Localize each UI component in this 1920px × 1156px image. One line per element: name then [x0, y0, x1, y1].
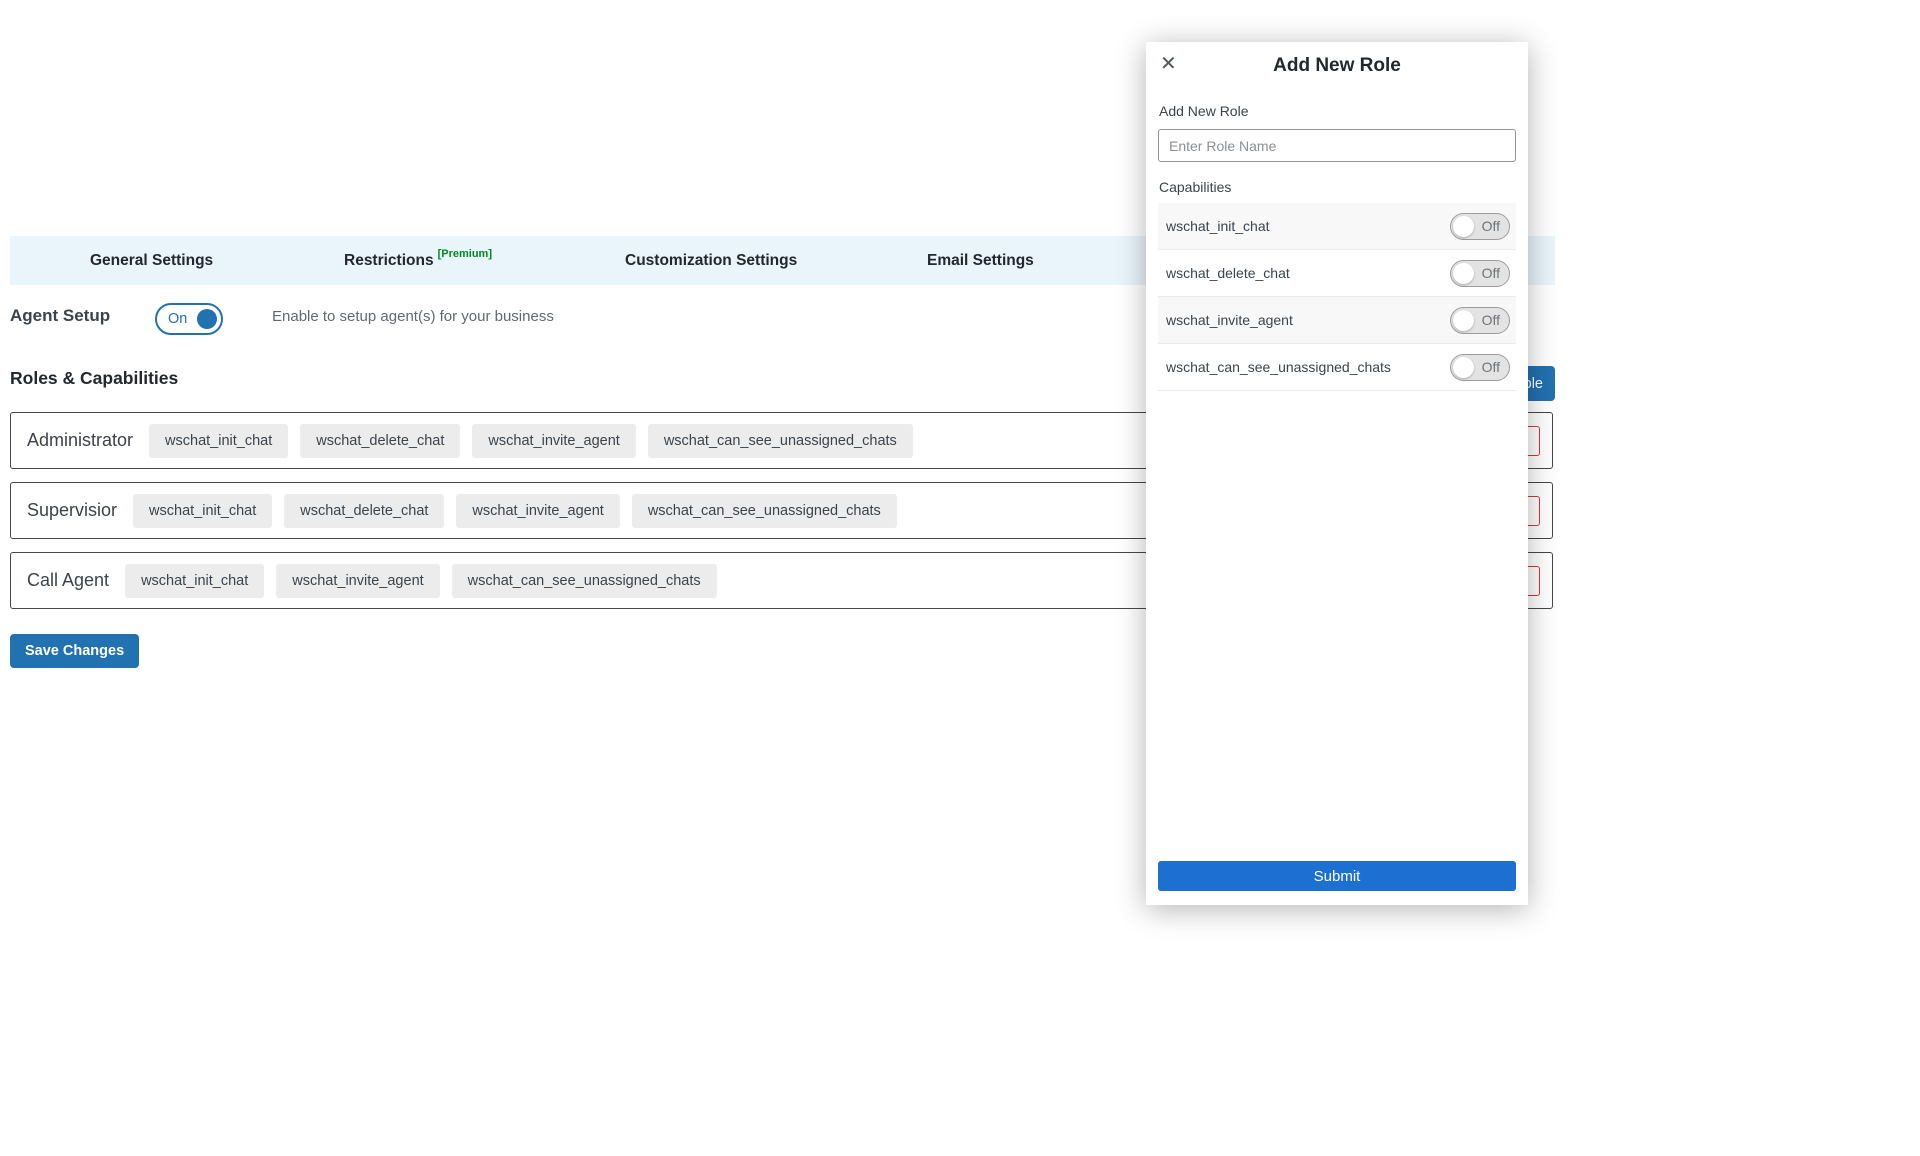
tab-label: General Settings	[90, 252, 213, 270]
tab-restrictions[interactable]: Restrictions [Premium]	[344, 236, 492, 285]
tab-email-settings[interactable]: Email Settings	[927, 236, 1034, 285]
capability-chip: wschat_can_see_unassigned_chats	[452, 564, 717, 598]
capability-name: wschat_can_see_unassigned_chats	[1166, 359, 1391, 375]
toggle-off-label: Off	[1482, 312, 1500, 328]
toggle-knob-icon	[1453, 216, 1474, 237]
submit-button[interactable]: Submit	[1158, 861, 1516, 891]
tab-label: Email Settings	[927, 252, 1034, 270]
capability-toggle[interactable]: Off	[1450, 260, 1510, 287]
capability-name: wschat_delete_chat	[1166, 265, 1290, 281]
toggle-knob-icon	[1453, 357, 1474, 378]
tab-label: Customization Settings	[625, 252, 797, 270]
role-name-field-label: Add New Role	[1159, 103, 1249, 119]
tab-general-settings[interactable]: General Settings	[90, 236, 213, 285]
capabilities-list: wschat_init_chat Off wschat_delete_chat …	[1158, 203, 1516, 391]
capabilities-label: Capabilities	[1159, 179, 1231, 195]
roles-capabilities-heading: Roles & Capabilities	[10, 368, 178, 389]
capability-row: wschat_init_chat Off	[1158, 203, 1516, 250]
capability-chip: wschat_init_chat	[133, 494, 272, 528]
capability-chip: wschat_invite_agent	[276, 564, 439, 598]
toggle-knob-icon	[1453, 263, 1474, 284]
settings-page: General Settings Restrictions [Premium] …	[0, 0, 1920, 1156]
capability-toggle[interactable]: Off	[1450, 213, 1510, 240]
capability-chip: wschat_delete_chat	[284, 494, 444, 528]
role-name: Call Agent	[27, 570, 109, 591]
capability-chip: wschat_init_chat	[149, 424, 288, 458]
capability-toggle[interactable]: Off	[1450, 307, 1510, 334]
capability-toggle[interactable]: Off	[1450, 354, 1510, 381]
agent-setup-label: Agent Setup	[10, 306, 110, 326]
capability-row: wschat_invite_agent Off	[1158, 297, 1516, 344]
tab-label: Restrictions	[344, 252, 434, 270]
add-new-role-panel: ✕ Add New Role Add New Role Capabilities…	[1146, 42, 1528, 905]
capability-row: wschat_delete_chat Off	[1158, 250, 1516, 297]
agent-setup-toggle[interactable]: On	[155, 303, 223, 335]
capability-name: wschat_init_chat	[1166, 218, 1270, 234]
premium-badge: [Premium]	[438, 248, 492, 260]
capability-chip: wschat_delete_chat	[300, 424, 460, 458]
role-name: Supervisior	[27, 500, 117, 521]
capability-chip: wschat_invite_agent	[456, 494, 619, 528]
toggle-on-label: On	[168, 311, 187, 327]
toggle-knob-icon	[197, 309, 217, 329]
capability-chip: wschat_can_see_unassigned_chats	[632, 494, 897, 528]
save-changes-button[interactable]: Save Changes	[10, 634, 139, 668]
role-name: Administrator	[27, 430, 133, 451]
toggle-off-label: Off	[1482, 359, 1500, 375]
capability-chip: wschat_invite_agent	[472, 424, 635, 458]
toggle-off-label: Off	[1482, 265, 1500, 281]
tab-customization-settings[interactable]: Customization Settings	[625, 236, 797, 285]
capability-row: wschat_can_see_unassigned_chats Off	[1158, 344, 1516, 391]
panel-title: Add New Role	[1146, 55, 1528, 77]
capability-chip: wschat_can_see_unassigned_chats	[648, 424, 913, 458]
capability-name: wschat_invite_agent	[1166, 312, 1293, 328]
toggle-knob-icon	[1453, 310, 1474, 331]
toggle-off-label: Off	[1482, 218, 1500, 234]
agent-setup-description: Enable to setup agent(s) for your busine…	[272, 308, 554, 325]
role-name-input[interactable]	[1158, 129, 1516, 162]
capability-chip: wschat_init_chat	[125, 564, 264, 598]
